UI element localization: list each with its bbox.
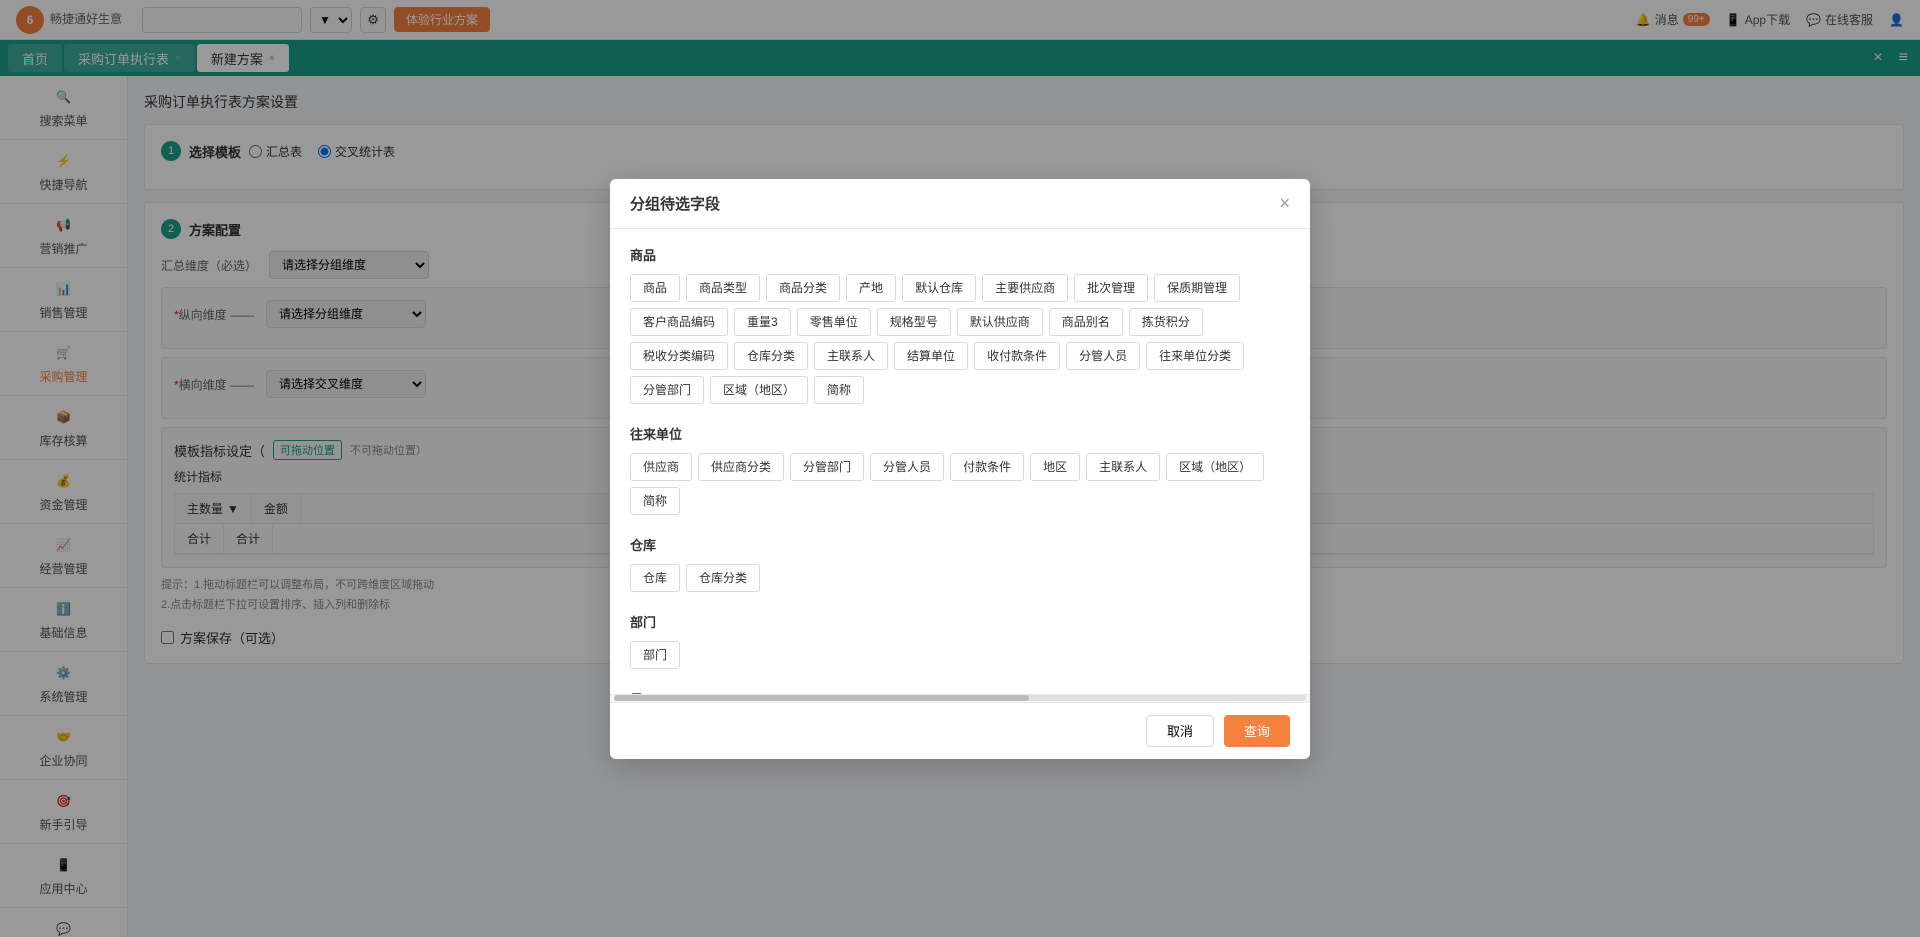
modal-footer: 取消 查询 xyxy=(610,702,1310,759)
field-tag[interactable]: 重量3 xyxy=(734,308,791,336)
field-tag[interactable]: 保质期管理 xyxy=(1154,274,1240,302)
field-select-modal: 分组待选字段 × 商品 商品 商品类型 商品分类 产地 默认仓库 主要供应商 批… xyxy=(610,179,1310,759)
field-tag[interactable]: 付款条件 xyxy=(950,453,1024,481)
field-tag[interactable]: 部门 xyxy=(630,641,680,669)
field-tag[interactable]: 默认供应商 xyxy=(957,308,1043,336)
field-tags-warehouse: 仓库 仓库分类 xyxy=(630,564,1290,592)
field-tag[interactable]: 商品分类 xyxy=(766,274,840,302)
field-tag[interactable]: 拣货积分 xyxy=(1129,308,1203,336)
modal-close-btn[interactable]: × xyxy=(1279,193,1290,214)
field-tag[interactable]: 供应商分类 xyxy=(698,453,784,481)
field-tag[interactable]: 分管部门 xyxy=(630,376,704,404)
modal-overlay: 分组待选字段 × 商品 商品 商品类型 商品分类 产地 默认仓库 主要供应商 批… xyxy=(0,0,1920,937)
field-tag[interactable]: 往来单位分类 xyxy=(1146,342,1244,370)
field-tag[interactable]: 仓库分类 xyxy=(686,564,760,592)
field-tag[interactable]: 主联系人 xyxy=(814,342,888,370)
field-tag[interactable]: 批次管理 xyxy=(1074,274,1148,302)
field-tag[interactable]: 商品 xyxy=(630,274,680,302)
hscroll-track xyxy=(614,695,1306,701)
field-tags-dept: 部门 xyxy=(630,641,1290,669)
field-group-goods-title: 商品 xyxy=(630,245,1290,264)
modal-body: 商品 商品 商品类型 商品分类 产地 默认仓库 主要供应商 批次管理 保质期管理… xyxy=(610,229,1310,695)
field-tag[interactable]: 主要供应商 xyxy=(982,274,1068,302)
field-tag[interactable]: 区域（地区） xyxy=(1166,453,1264,481)
modal-hscrollbar[interactable] xyxy=(610,694,1310,701)
field-tag[interactable]: 分管部门 xyxy=(790,453,864,481)
field-tag[interactable]: 供应商 xyxy=(630,453,692,481)
field-tag[interactable]: 简称 xyxy=(814,376,864,404)
field-group-warehouse: 仓库 仓库 仓库分类 xyxy=(630,535,1290,592)
field-group-goods: 商品 商品 商品类型 商品分类 产地 默认仓库 主要供应商 批次管理 保质期管理… xyxy=(630,245,1290,404)
confirm-button[interactable]: 查询 xyxy=(1224,715,1290,747)
field-tag[interactable]: 地区 xyxy=(1030,453,1080,481)
field-tag[interactable]: 分管人员 xyxy=(1066,342,1140,370)
field-tag[interactable]: 商品类型 xyxy=(686,274,760,302)
field-tag[interactable]: 零售单位 xyxy=(797,308,871,336)
field-tag[interactable]: 规格型号 xyxy=(877,308,951,336)
field-tag[interactable]: 区域（地区） xyxy=(710,376,808,404)
field-group-dept: 部门 部门 xyxy=(630,612,1290,669)
field-tag[interactable]: 仓库 xyxy=(630,564,680,592)
field-tags-partner: 供应商 供应商分类 分管部门 分管人员 付款条件 地区 主联系人 区域（地区） … xyxy=(630,453,1290,515)
field-group-partner: 往来单位 供应商 供应商分类 分管部门 分管人员 付款条件 地区 主联系人 区域… xyxy=(630,424,1290,515)
modal-title: 分组待选字段 xyxy=(630,193,720,214)
field-tag[interactable]: 主联系人 xyxy=(1086,453,1160,481)
cancel-button[interactable]: 取消 xyxy=(1146,715,1214,747)
field-tags-goods: 商品 商品类型 商品分类 产地 默认仓库 主要供应商 批次管理 保质期管理 客户… xyxy=(630,274,1290,404)
modal-header: 分组待选字段 × xyxy=(610,179,1310,229)
field-group-warehouse-title: 仓库 xyxy=(630,535,1290,554)
field-group-dept-title: 部门 xyxy=(630,612,1290,631)
field-tag[interactable]: 结算单位 xyxy=(894,342,968,370)
field-tag[interactable]: 分管人员 xyxy=(870,453,944,481)
field-tag[interactable]: 默认仓库 xyxy=(902,274,976,302)
field-tag[interactable]: 商品别名 xyxy=(1049,308,1123,336)
field-tag[interactable]: 简称 xyxy=(630,487,680,515)
field-tag[interactable]: 仓库分类 xyxy=(734,342,808,370)
field-tag[interactable]: 客户商品编码 xyxy=(630,308,728,336)
field-tag[interactable]: 收付款条件 xyxy=(974,342,1060,370)
hscroll-thumb[interactable] xyxy=(614,695,1029,701)
field-tag[interactable]: 产地 xyxy=(846,274,896,302)
field-group-partner-title: 往来单位 xyxy=(630,424,1290,443)
field-tag[interactable]: 税收分类编码 xyxy=(630,342,728,370)
